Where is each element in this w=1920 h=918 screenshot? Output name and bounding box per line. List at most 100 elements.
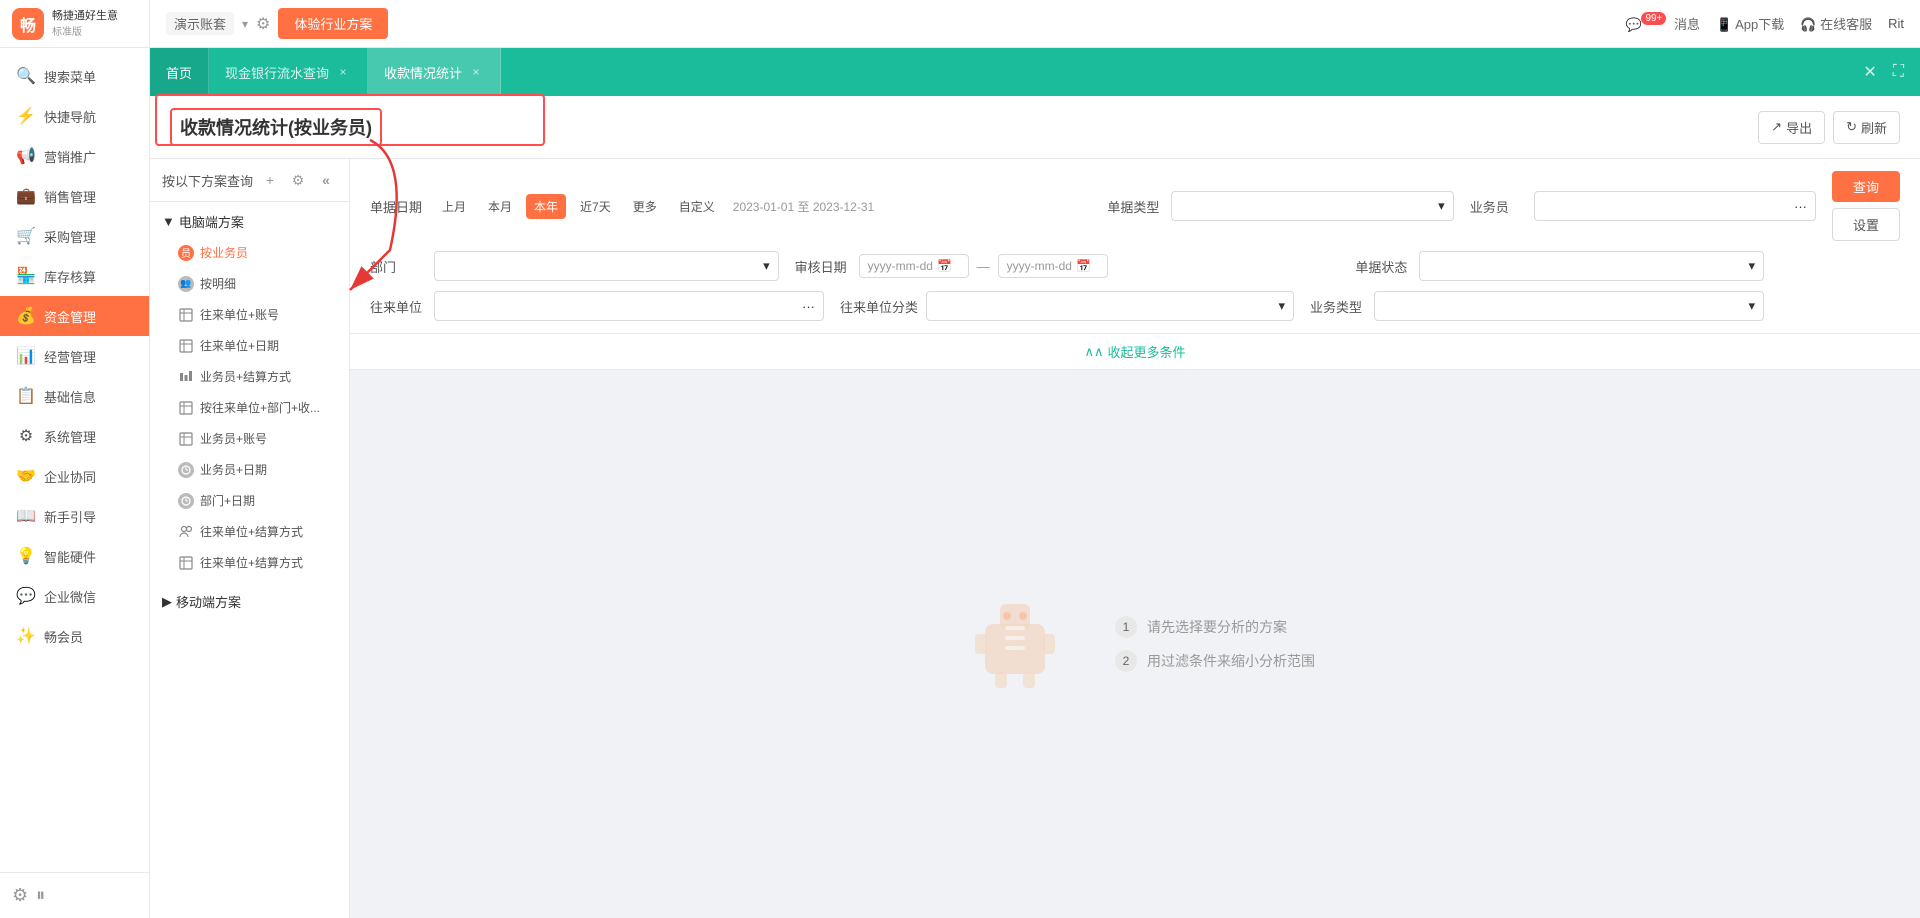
- company-name[interactable]: 演示账套: [166, 12, 234, 35]
- app-download-link[interactable]: 📱 App下载: [1716, 14, 1784, 33]
- date-tab-本年[interactable]: 本年: [526, 194, 566, 219]
- partner-date-icon: [178, 338, 194, 354]
- online-service-link[interactable]: 🎧 在线客服: [1800, 14, 1872, 33]
- scheme-salesperson-date-label: 业务员+日期: [200, 461, 267, 478]
- sidebar-nav-item-5[interactable]: 🏪库存核算: [0, 256, 149, 296]
- filter-dept-item: 部门 ▾: [370, 251, 779, 281]
- sidebar-nav-item-3[interactable]: 💼销售管理: [0, 176, 149, 216]
- scheme-partner-settle1-label: 往来单位+结算方式: [200, 523, 303, 540]
- nav-label-9: 系统管理: [44, 427, 96, 446]
- nav-icon-13: 💬: [16, 586, 36, 606]
- filter-row-3: 往来单位 ··· 往来单位分类 ▾: [370, 291, 1900, 321]
- filter-row-1: 单据日期 上月本月本年近7天更多自定义 2023-01-01 至 2023-12…: [370, 171, 1900, 241]
- page-content: 收款情况统计(按业务员) ↗ 导出 ↻ 刷新 按以下方案查询 + ⚙: [150, 96, 1920, 918]
- scheme-dept-date-label: 部门+日期: [200, 492, 255, 509]
- sidebar-nav-item-2[interactable]: 📢营销推广: [0, 136, 149, 176]
- partner-more-btn[interactable]: ···: [802, 299, 815, 314]
- sidebar-nav-item-7[interactable]: 📊经营管理: [0, 336, 149, 376]
- doc-status-select[interactable]: ▾: [1419, 251, 1764, 281]
- date-range: 2023-01-01 至 2023-12-31: [733, 198, 874, 215]
- scheme-partner-settle2[interactable]: 往来单位+结算方式: [150, 547, 349, 578]
- business-type-select[interactable]: ▾: [1374, 291, 1764, 321]
- date-tab-上月[interactable]: 上月: [434, 194, 474, 219]
- window-close-btn[interactable]: ✕: [1859, 58, 1880, 86]
- refresh-button[interactable]: ↻ 刷新: [1833, 111, 1900, 144]
- refresh-icon: ↻: [1846, 119, 1857, 135]
- review-date-end-value: yyyy-mm-dd: [1007, 259, 1072, 273]
- tab-bank-flow[interactable]: 现金银行流水查询 ×: [209, 48, 368, 96]
- query-button[interactable]: 查询: [1832, 171, 1900, 202]
- date-tab-自定义[interactable]: 自定义: [671, 194, 723, 219]
- sidebar-nav-item-9[interactable]: ⚙系统管理: [0, 416, 149, 456]
- nav-icon-7: 📊: [16, 346, 36, 366]
- sidebar-nav-item-0[interactable]: 🔍搜索菜单: [0, 56, 149, 96]
- sidebar-nav-item-4[interactable]: 🛒采购管理: [0, 216, 149, 256]
- filter-business-type-item: 业务类型 ▾: [1310, 291, 1764, 321]
- nav-icon-1: ⚡: [16, 106, 36, 126]
- user-name[interactable]: Rit: [1888, 16, 1904, 31]
- sidebar-nav-item-8[interactable]: 📋基础信息: [0, 376, 149, 416]
- date-tabs: 上月本月本年近7天更多自定义: [434, 194, 723, 219]
- collapse-icon: ∧∧: [1084, 344, 1103, 360]
- mobile-scheme-chevron: ▶: [162, 594, 172, 610]
- sidebar-nav-item-11[interactable]: 📖新手引导: [0, 496, 149, 536]
- window-maximize-btn[interactable]: ⛶: [1889, 59, 1908, 85]
- bank-flow-tab-close[interactable]: ×: [335, 64, 351, 80]
- sidebar-nav-item-14[interactable]: ✨畅会员: [0, 616, 149, 656]
- partner-select[interactable]: ···: [434, 291, 824, 321]
- scheme-salesperson-account[interactable]: 业务员+账号: [150, 423, 349, 454]
- scheme-settings-btn[interactable]: ⚙: [287, 169, 309, 191]
- partner-category-select[interactable]: ▾: [926, 291, 1294, 321]
- trial-button[interactable]: 体验行业方案: [278, 8, 388, 39]
- salesperson-select-more[interactable]: ···: [1794, 199, 1807, 214]
- tab-collection-stats[interactable]: 收款情况统计 ×: [368, 48, 501, 96]
- sidebar-nav-item-12[interactable]: 💡智能硬件: [0, 536, 149, 576]
- mobile-scheme-group: ▶ 移动端方案: [150, 582, 349, 621]
- settings-icon[interactable]: ⚙: [256, 14, 270, 34]
- scheme-partner-date[interactable]: 往来单位+日期: [150, 330, 349, 361]
- company-chevron-icon[interactable]: ▾: [242, 17, 248, 31]
- scheme-partner-dept[interactable]: 按往来单位+部门+收...: [150, 392, 349, 423]
- nav-icon-14: ✨: [16, 626, 36, 646]
- date-tab-本月[interactable]: 本月: [480, 194, 520, 219]
- scheme-by-salesperson[interactable]: 员 按业务员: [150, 237, 349, 268]
- empty-tip-1: 1 请先选择要分析的方案: [1115, 616, 1315, 638]
- scheme-dept-date[interactable]: 部门+日期: [150, 485, 349, 516]
- filter-salesperson-item: 业务员 ···: [1470, 191, 1816, 221]
- salesperson-select[interactable]: ···: [1534, 191, 1816, 221]
- collapse-sidebar-icon[interactable]: ⏸: [36, 885, 45, 906]
- sidebar-nav-item-6[interactable]: 💰资金管理: [0, 296, 149, 336]
- dept-select[interactable]: ▾: [434, 251, 779, 281]
- message-icon[interactable]: 💬 99+ 消息: [1626, 14, 1700, 33]
- scheme-salesperson-settle[interactable]: 业务员+结算方式: [150, 361, 349, 392]
- settings-bottom-icon[interactable]: ⚙: [12, 885, 28, 906]
- collapse-bar[interactable]: ∧∧ 收起更多条件: [350, 334, 1920, 370]
- review-date-label: 审核日期: [795, 257, 851, 276]
- review-date-start[interactable]: yyyy-mm-dd 📅: [859, 254, 969, 278]
- add-scheme-btn[interactable]: +: [259, 169, 281, 191]
- top-bar-left: 演示账套 ▾ ⚙ 体验行业方案: [166, 8, 1626, 39]
- sidebar-nav-item-1[interactable]: ⚡快捷导航: [0, 96, 149, 136]
- sidebar-nav-item-13[interactable]: 💬企业微信: [0, 576, 149, 616]
- type-select[interactable]: ▾: [1171, 191, 1453, 221]
- desktop-scheme-group-title[interactable]: ▼ 电脑端方案: [150, 206, 349, 237]
- sidebar-nav-item-10[interactable]: 🤝企业协同: [0, 456, 149, 496]
- scheme-salesperson-date[interactable]: 业务员+日期: [150, 454, 349, 485]
- settings-button[interactable]: 设置: [1832, 208, 1900, 241]
- type-select-chevron: ▾: [1438, 198, 1445, 214]
- export-button[interactable]: ↗ 导出: [1758, 111, 1825, 144]
- mobile-scheme-group-title[interactable]: ▶ 移动端方案: [150, 586, 349, 617]
- nav-icon-2: 📢: [16, 146, 36, 166]
- collapse-panel-btn[interactable]: «: [315, 169, 337, 191]
- scheme-partner-settle1[interactable]: 往来单位+结算方式: [150, 516, 349, 547]
- scheme-by-detail[interactable]: 👥 按明细: [150, 268, 349, 299]
- scheme-salesperson-label: 按业务员: [200, 244, 248, 261]
- collection-stats-tab-close[interactable]: ×: [468, 64, 484, 80]
- sidebar-logo: 畅 畅捷通好生意 标准版: [0, 0, 149, 48]
- scheme-partner-account[interactable]: 往来单位+账号: [150, 299, 349, 330]
- date-tab-更多[interactable]: 更多: [625, 194, 665, 219]
- empty-tips: 1 请先选择要分析的方案 2 用过滤条件来缩小分析范围: [1115, 616, 1315, 672]
- date-tab-近7天[interactable]: 近7天: [572, 194, 619, 219]
- review-date-end[interactable]: yyyy-mm-dd 📅: [998, 254, 1108, 278]
- tab-home[interactable]: 首页: [150, 48, 209, 96]
